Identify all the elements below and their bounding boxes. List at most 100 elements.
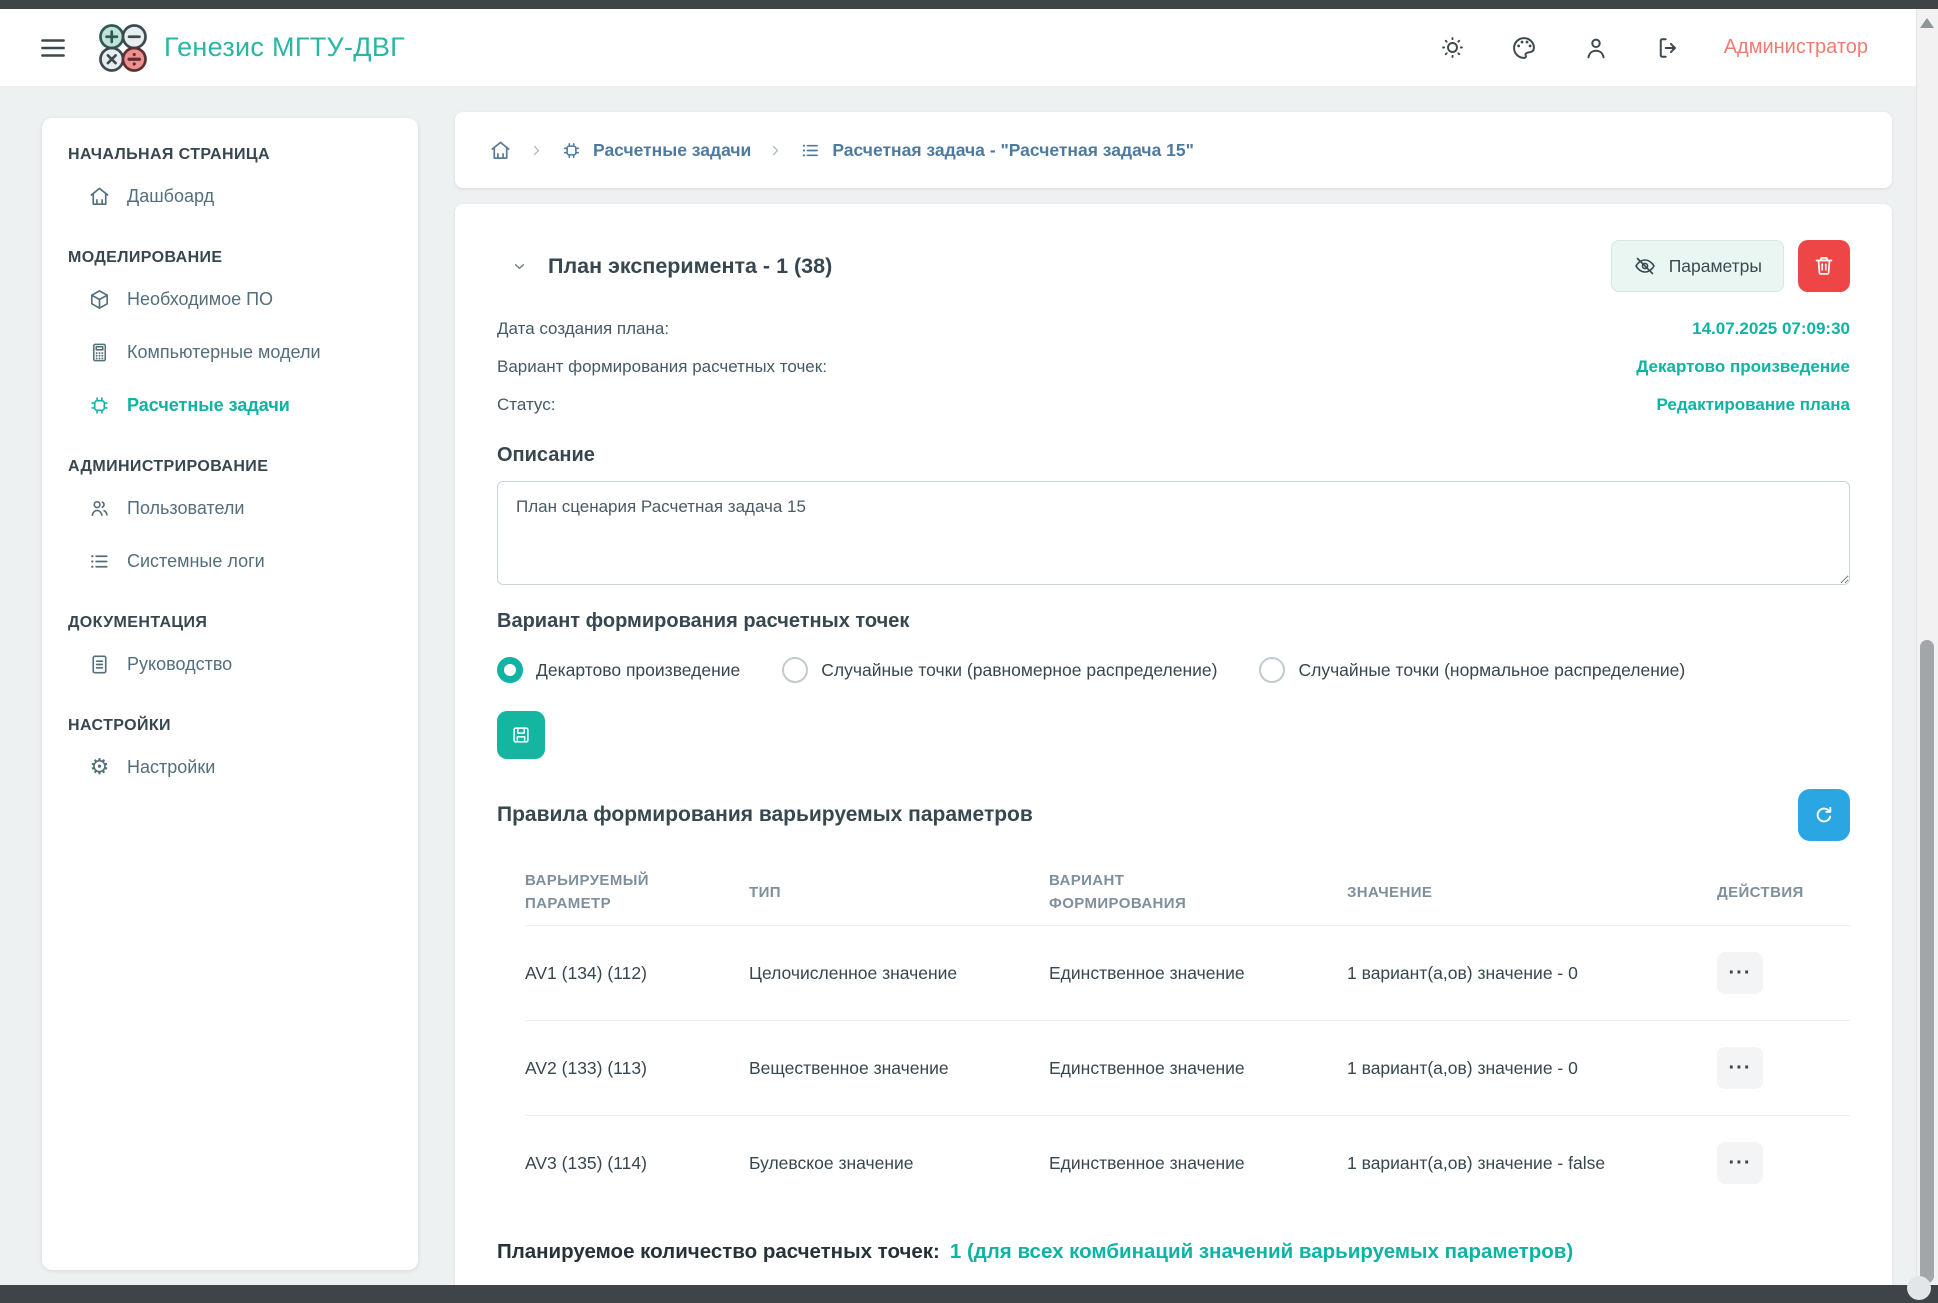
row-actions-button[interactable]: ···: [1717, 952, 1763, 994]
menu-button[interactable]: [34, 29, 72, 67]
radio-selected-icon: [497, 657, 523, 683]
sidebar-item-manual[interactable]: Руководство: [68, 638, 392, 691]
sidebar-section-home: НАЧАЛЬНАЯ СТРАНИЦА: [68, 146, 270, 163]
sidebar-item-computer-models[interactable]: Компьютерные модели: [68, 326, 392, 379]
home-icon: [88, 185, 111, 208]
info-label: Дата создания плана:: [497, 319, 670, 338]
sidebar-section-documentation: ДОКУМЕНТАЦИЯ: [68, 614, 208, 631]
radio-random-normal[interactable]: Случайные точки (нормальное распределени…: [1259, 657, 1685, 683]
column-header: ВАРЬИРУЕМЫЙ ПАРАМЕТР: [525, 871, 649, 912]
account-button[interactable]: [1580, 32, 1612, 64]
trash-icon: [1812, 254, 1836, 278]
gear-icon: ⚙: [89, 754, 110, 779]
logout-icon: [1654, 34, 1682, 62]
description-heading: Описание: [497, 444, 595, 466]
info-row-created: Дата создания плана: 14.07.2025 07:09:30: [497, 310, 1850, 348]
row-actions-button[interactable]: ···: [1717, 1142, 1763, 1184]
sidebar: НАЧАЛЬНАЯ СТРАНИЦА Дашбоард МОДЕЛИРОВАНИ…: [42, 118, 418, 1270]
sidebar-section-settings: НАСТРОЙКИ: [68, 717, 171, 734]
chevron-right-icon: [768, 143, 783, 158]
radio-label: Случайные точки (равномерное распределен…: [821, 659, 1218, 680]
breadcrumb-home-link[interactable]: [489, 139, 512, 162]
list-icon: [88, 550, 111, 573]
sidebar-section-administration: АДМИНИСТРИРОВАНИЕ: [68, 458, 269, 475]
sidebar-item-label: Дашбоард: [127, 186, 215, 206]
cell-type: Целочисленное значение: [749, 962, 958, 983]
current-user-label[interactable]: Администратор: [1724, 36, 1868, 59]
info-row-status: Статус: Редактирование плана: [497, 386, 1850, 424]
sidebar-item-calc-tasks[interactable]: Расчетные задачи: [68, 379, 392, 432]
app-title: Генезис МГТУ-ДВГ: [164, 32, 406, 62]
sidebar-item-system-logs[interactable]: Системные логи: [68, 535, 392, 588]
person-icon: [1582, 34, 1610, 62]
sidebar-item-label: Системные логи: [127, 551, 265, 571]
plan-title: План эксперимента - 1 (38): [548, 253, 833, 278]
refresh-icon: [1812, 803, 1836, 827]
breadcrumb-current-task[interactable]: Расчетная задача - "Расчетная задача 15": [800, 140, 1194, 161]
cell-value: 1 вариант(а,ов) значение - false: [1347, 1152, 1606, 1173]
variant-radio-group: Декартово произведение Случайные точки (…: [497, 657, 1850, 683]
radio-unselected-icon: [782, 657, 809, 683]
home-icon: [489, 139, 512, 162]
window-bottom-edge: [0, 1285, 1938, 1303]
breadcrumb-label: Расчетная задача - "Расчетная задача 15": [832, 139, 1194, 160]
sidebar-section-modeling: МОДЕЛИРОВАНИЕ: [68, 249, 223, 266]
rules-table: ВАРЬИРУЕМЫЙ ПАРАМЕТР ТИП ВАРИАНТ ФОРМИРО…: [525, 859, 1850, 1210]
appearance-button[interactable]: [1508, 32, 1540, 64]
radio-label: Декартово произведение: [536, 659, 741, 680]
eye-off-icon: [1633, 254, 1657, 278]
sidebar-item-dashboard[interactable]: Дашбоард: [68, 170, 392, 223]
plan-info: Дата создания плана: 14.07.2025 07:09:30…: [497, 310, 1850, 424]
info-label: Статус:: [497, 395, 556, 414]
cell-parameter: AV2 (133) (113): [525, 1057, 647, 1078]
rules-header-row: Правила формирования варьируемых парамет…: [497, 789, 1850, 841]
chevron-down-icon: [511, 258, 528, 275]
logout-button[interactable]: [1652, 32, 1684, 64]
description-textarea[interactable]: План сценария Расчетная задача 15: [497, 481, 1850, 585]
cell-variant: Единственное значение: [1049, 1152, 1245, 1173]
sidebar-item-settings[interactable]: ⚙ Настройки: [68, 741, 392, 793]
calculator-icon: [88, 341, 111, 364]
radio-cartesian-product[interactable]: Декартово произведение: [497, 657, 740, 683]
floppy-save-icon: [510, 724, 532, 746]
info-value: 14.07.2025 07:09:30: [1692, 319, 1850, 338]
scroll-corner-button[interactable]: [1907, 1276, 1931, 1300]
breadcrumb-calc-tasks-link[interactable]: Расчетные задачи: [561, 140, 751, 161]
planned-points-label: Планируемое количество расчетных точек:: [497, 1240, 940, 1263]
scroll-up-arrow-icon[interactable]: [1920, 18, 1934, 28]
experiment-plan-card: План эксперимента - 1 (38) Параметры Дат…: [455, 204, 1892, 1298]
sidebar-item-label: Руководство: [127, 654, 233, 674]
info-label: Вариант формирования расчетных точек:: [497, 357, 827, 376]
radio-random-uniform[interactable]: Случайные точки (равномерное распределен…: [782, 657, 1217, 683]
list-icon: [800, 140, 821, 161]
cell-parameter: AV3 (135) (114): [525, 1152, 647, 1173]
chevron-right-icon: [529, 143, 544, 158]
cell-type: Булевское значение: [749, 1152, 914, 1173]
sidebar-item-users[interactable]: Пользователи: [68, 482, 392, 535]
parameters-button[interactable]: Параметры: [1610, 240, 1784, 292]
chip-icon: [88, 394, 111, 417]
radio-label: Случайные точки (нормальное распределени…: [1298, 659, 1686, 680]
scrollbar-thumb[interactable]: [1920, 640, 1934, 1283]
refresh-rules-button[interactable]: [1798, 789, 1850, 841]
sidebar-item-label: Расчетные задачи: [127, 395, 290, 415]
table-row: AV3 (135) (114) Булевское значение Единс…: [525, 1115, 1850, 1210]
cell-parameter: AV1 (134) (112): [525, 962, 647, 983]
main-content: Расчетные задачи Расчетная задача - "Рас…: [455, 112, 1892, 1298]
save-button[interactable]: [497, 711, 545, 759]
delete-plan-button[interactable]: [1798, 240, 1850, 292]
ellipsis-icon: ···: [1728, 961, 1752, 984]
window-top-edge: [0, 0, 1938, 9]
row-actions-button[interactable]: ···: [1717, 1047, 1763, 1089]
vertical-scrollbar[interactable]: [1916, 9, 1938, 1285]
collapse-plan-button[interactable]: [509, 256, 530, 277]
parameters-button-label: Параметры: [1668, 255, 1762, 276]
chip-icon: [561, 140, 582, 161]
ellipsis-icon: ···: [1728, 1151, 1752, 1174]
sidebar-item-required-software[interactable]: Необходимое ПО: [68, 273, 392, 326]
breadcrumb-label: Расчетные задачи: [593, 139, 752, 160]
cell-variant: Единственное значение: [1049, 1057, 1245, 1078]
table-row: AV2 (133) (113) Вещественное значение Ед…: [525, 1020, 1850, 1115]
theme-toggle-button[interactable]: [1437, 32, 1468, 63]
ellipsis-icon: ···: [1728, 1056, 1752, 1079]
